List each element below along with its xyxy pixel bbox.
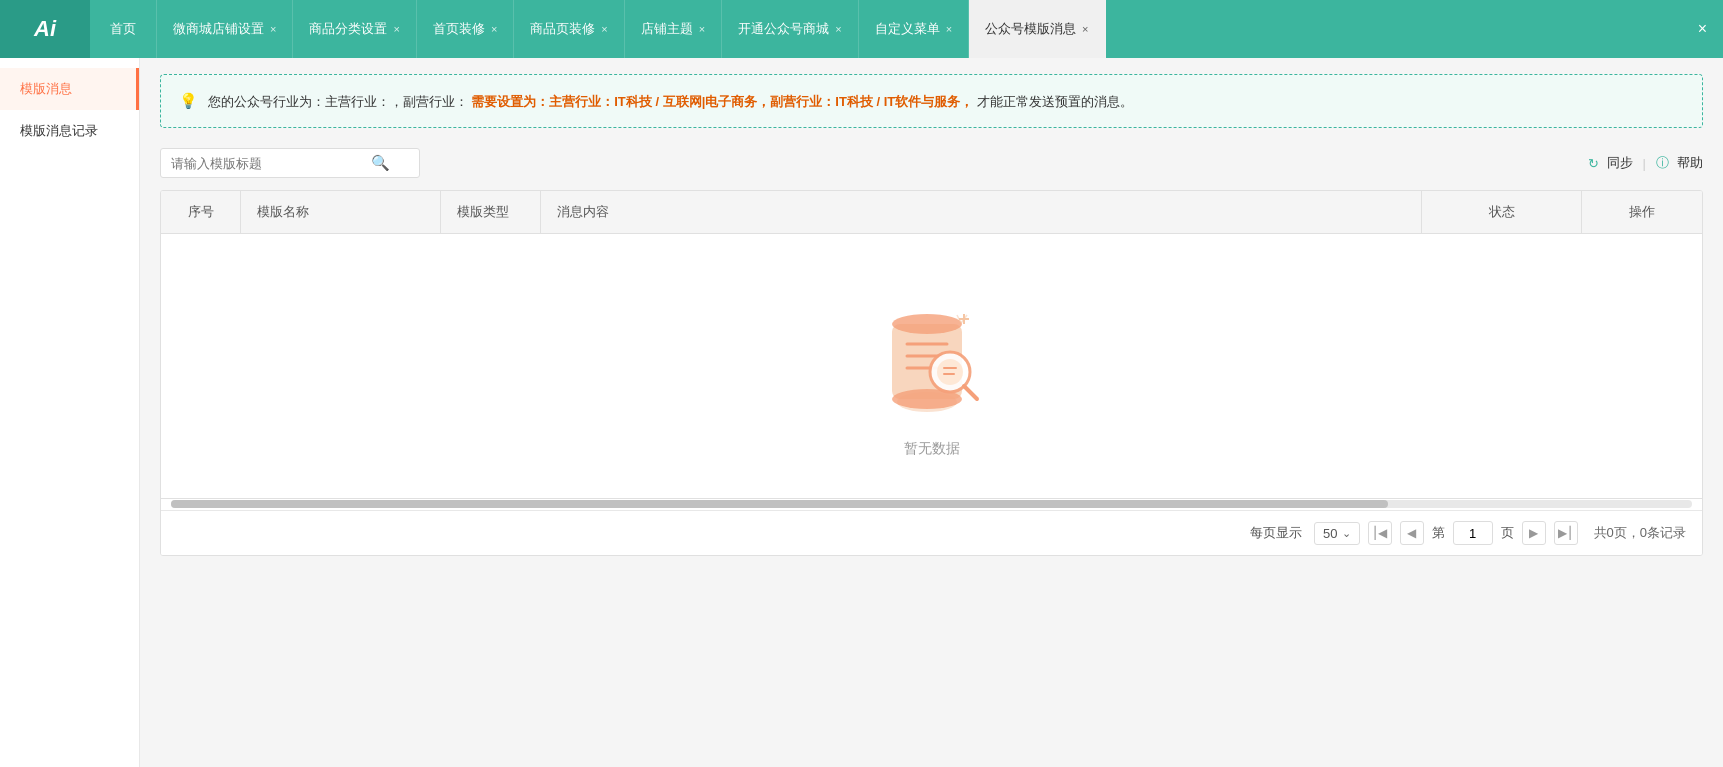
horizontal-scrollbar[interactable] [161, 498, 1702, 510]
nav-tabs-container: 首页 微商城店铺设置 × 商品分类设置 × 首页装修 × 商品页装修 × 店铺主… [90, 0, 1682, 58]
sync-icon: ↻ [1588, 156, 1599, 171]
th-status: 状态 [1422, 191, 1582, 233]
total-info: 共0页，0条记录 [1594, 524, 1686, 542]
sidebar-item-template-record[interactable]: 模版消息记录 [0, 110, 139, 152]
th-action: 操作 [1582, 191, 1702, 233]
sidebar: 模版消息 模版消息记录 [0, 58, 140, 767]
main-content: 💡 您的公众号行业为：主营行业：，副营行业： 需要设置为：主营行业：IT科技 /… [140, 58, 1723, 767]
help-circle-icon: ⓘ [1656, 154, 1669, 172]
th-seq: 序号 [161, 191, 241, 233]
tab-shop-settings[interactable]: 微商城店铺设置 × [157, 0, 293, 58]
first-page-button[interactable]: ⎮◀ [1368, 521, 1392, 545]
tab-label: 微商城店铺设置 [173, 20, 264, 38]
tab-label: 自定义菜单 [875, 20, 940, 38]
divider: | [1643, 156, 1646, 171]
pagination: 每页显示 50 ⌄ ⎮◀ ◀ 第 页 ▶ ▶⎮ 共0页，0条记录 [161, 510, 1702, 555]
svg-point-2 [892, 314, 962, 334]
tab-home[interactable]: 首页 [90, 0, 157, 58]
close-tab-btn[interactable]: × [270, 23, 276, 35]
close-tab-btn[interactable]: × [946, 23, 952, 35]
empty-illustration [872, 294, 992, 424]
tab-custom-menu[interactable]: 自定义菜单 × [859, 0, 969, 58]
app-logo: Ai [0, 0, 90, 58]
prev-page-button[interactable]: ◀ [1400, 521, 1424, 545]
page-size-select[interactable]: 50 ⌄ [1314, 522, 1359, 545]
close-all-icon: × [1698, 20, 1707, 38]
svg-line-9 [964, 386, 977, 399]
page-label-before: 第 [1432, 524, 1445, 542]
tab-store-theme[interactable]: 店铺主题 × [625, 0, 722, 58]
close-tab-btn[interactable]: × [699, 23, 705, 35]
notice-text-after: 才能正常发送预置的消息。 [977, 94, 1133, 109]
th-name: 模版名称 [241, 191, 441, 233]
notice-text-before: 您的公众号行业为：主营行业：，副营行业： [208, 94, 468, 109]
close-tab-btn[interactable]: × [601, 23, 607, 35]
empty-text: 暂无数据 [904, 440, 960, 458]
sidebar-item-template-msg[interactable]: 模版消息 [0, 68, 139, 110]
svg-point-8 [937, 359, 963, 385]
tab-label: 开通公众号商城 [738, 20, 829, 38]
sync-button[interactable]: 同步 [1607, 154, 1633, 172]
close-tab-btn[interactable]: × [835, 23, 841, 35]
close-tab-btn[interactable]: × [393, 23, 399, 35]
close-all-button[interactable]: × [1682, 0, 1723, 58]
tab-product-decor[interactable]: 商品页装修 × [514, 0, 624, 58]
top-navigation: Ai 首页 微商城店铺设置 × 商品分类设置 × 首页装修 × 商品页装修 × … [0, 0, 1723, 58]
tab-template-msg[interactable]: 公众号模版消息 × [969, 0, 1105, 58]
sidebar-item-label: 模版消息 [20, 81, 72, 96]
search-icon[interactable]: 🔍 [371, 154, 390, 172]
th-type: 模版类型 [441, 191, 541, 233]
tab-open-mall[interactable]: 开通公众号商城 × [722, 0, 858, 58]
last-page-button[interactable]: ▶⎮ [1554, 521, 1578, 545]
notice-highlight: 需要设置为：主营行业：IT科技 / 互联网|电子商务，副营行业：IT科技 / I… [471, 94, 973, 109]
main-layout: 模版消息 模版消息记录 💡 您的公众号行业为：主营行业：，副营行业： 需要设置为… [0, 58, 1723, 767]
page-label-after: 页 [1501, 524, 1514, 542]
close-tab-btn[interactable]: × [1082, 23, 1088, 35]
search-input[interactable] [171, 156, 371, 171]
scrollbar-thumb[interactable] [171, 500, 1388, 508]
tab-label: 首页装修 [433, 20, 485, 38]
chevron-down-icon: ⌄ [1342, 527, 1351, 540]
search-input-wrapper: 🔍 [160, 148, 420, 178]
tab-product-category[interactable]: 商品分类设置 × [293, 0, 416, 58]
page-size-value: 50 [1323, 526, 1337, 541]
tab-label: 店铺主题 [641, 20, 693, 38]
lightbulb-icon: 💡 [179, 92, 198, 109]
scrollbar-track [171, 500, 1692, 508]
close-tab-btn[interactable]: × [491, 23, 497, 35]
help-button[interactable]: 帮助 [1677, 154, 1703, 172]
tab-home-decor[interactable]: 首页装修 × [417, 0, 514, 58]
tab-label: 公众号模版消息 [985, 20, 1076, 38]
th-content: 消息内容 [541, 191, 1422, 233]
toolbar-right: ↻ 同步 | ⓘ 帮助 [1588, 154, 1703, 172]
empty-state: 暂无数据 [161, 234, 1702, 498]
tab-label: 商品页装修 [530, 20, 595, 38]
tab-label: 商品分类设置 [309, 20, 387, 38]
sidebar-item-label: 模版消息记录 [20, 123, 98, 138]
search-bar: 🔍 ↻ 同步 | ⓘ 帮助 [160, 148, 1703, 178]
page-number-input[interactable] [1453, 521, 1493, 545]
tab-label: 首页 [110, 20, 136, 38]
logo-text: Ai [34, 16, 56, 42]
next-page-button[interactable]: ▶ [1522, 521, 1546, 545]
table-header: 序号 模版名称 模版类型 消息内容 状态 操作 [161, 191, 1702, 234]
data-table: 序号 模版名称 模版类型 消息内容 状态 操作 [160, 190, 1703, 556]
notice-box: 💡 您的公众号行业为：主营行业：，副营行业： 需要设置为：主营行业：IT科技 /… [160, 74, 1703, 128]
page-size-label: 每页显示 [1250, 524, 1302, 542]
